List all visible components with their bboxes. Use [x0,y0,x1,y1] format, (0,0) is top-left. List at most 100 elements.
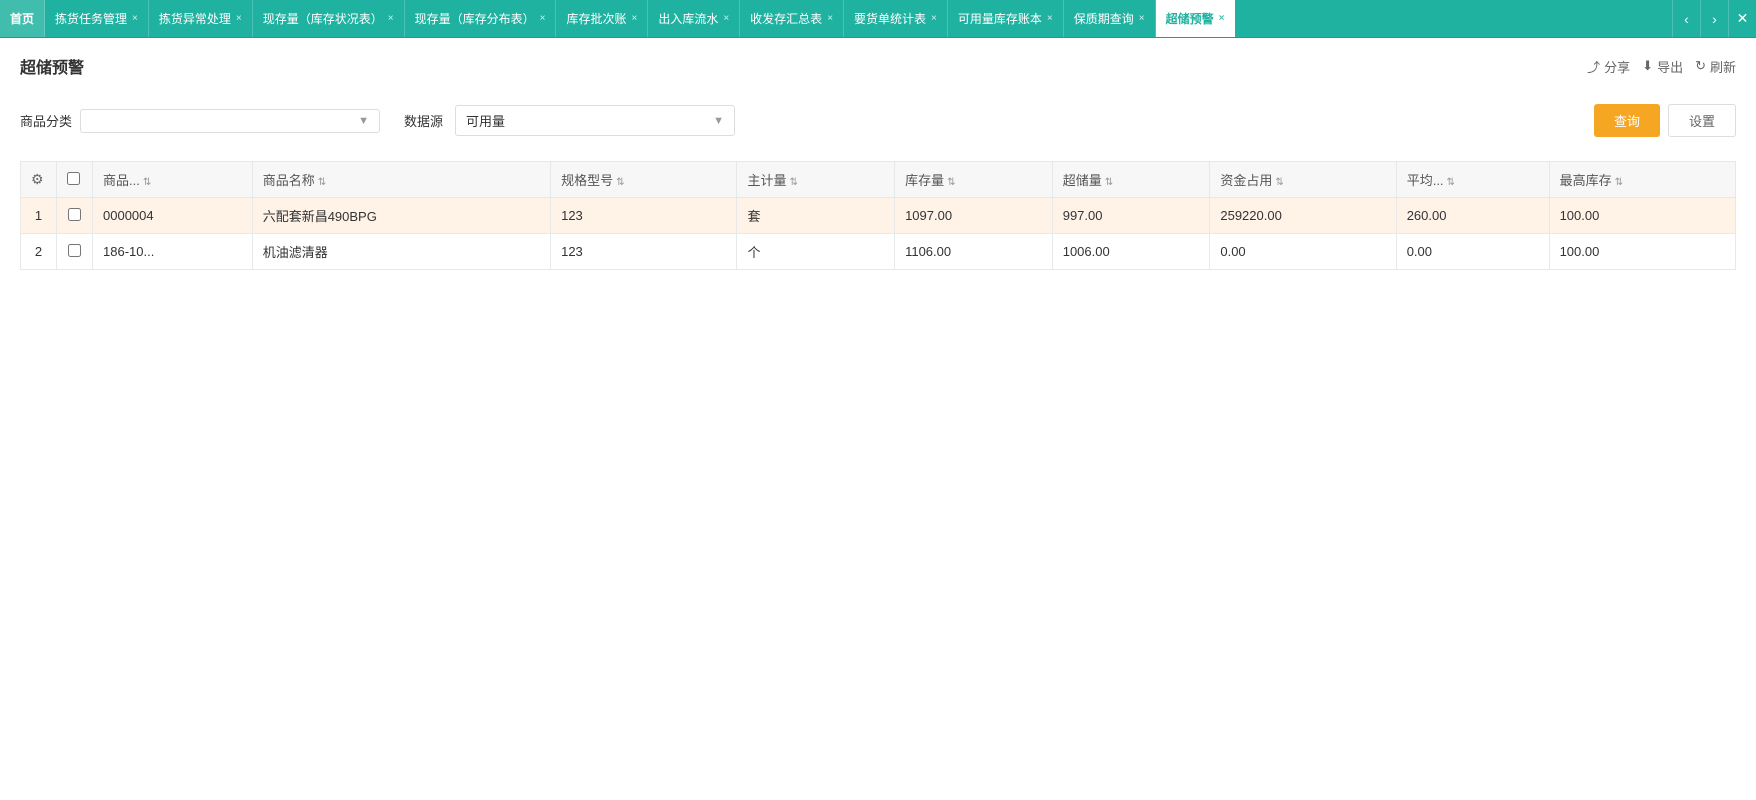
table-row: 2186-10...机油滤清器123个1106.001006.000.000.0… [21,234,1736,270]
filter-bar: 商品分类 ▼ 数据源 可用量 ▼ 查询 设置 [20,94,1736,147]
table-row: 10000004六配套新昌490BPG123套1097.00997.002592… [21,198,1736,234]
nav-task[interactable]: 拣货任务管理 × [45,0,149,37]
col-name-label: 商品名称⇅ [263,173,326,188]
nav-stock-dist-close[interactable]: × [540,13,546,24]
nav-arrow-close[interactable]: ✕ [1728,0,1756,37]
datasource-value: 可用量 [466,111,505,130]
nav-task-label: 拣货任务管理 [55,10,127,27]
nav-inout[interactable]: 出入库流水 × [648,0,740,37]
category-filter-group: 商品分类 ▼ [20,109,380,133]
top-navigation: 首页 拣货任务管理×拣货异常处理×现存量（库存状况表）×现存量（库存分布表）×库… [0,0,1756,38]
col-code-header[interactable]: 商品...⇅ [93,162,253,198]
nav-inout-close[interactable]: × [723,13,729,24]
nav-expiry-label: 保质期查询 [1074,10,1134,27]
nav-overstock-close[interactable]: × [1219,13,1225,24]
row-name: 六配套新昌490BPG [252,198,550,234]
nav-stock-dist[interactable]: 现存量（库存分布表）× [405,0,557,37]
row-unit: 个 [737,234,895,270]
row-stock: 1106.00 [895,234,1053,270]
col-maxstock-label: 最高库存⇅ [1560,173,1623,188]
export-button[interactable]: ⬇ 导出 [1642,57,1683,76]
nav-home[interactable]: 首页 [0,0,45,37]
row-maxstock: 100.00 [1549,198,1735,234]
nav-arrow-left[interactable]: ‹ [1672,0,1700,37]
row-name: 机油滤清器 [252,234,550,270]
datasource-select[interactable]: 可用量 ▼ [455,105,735,136]
nav-inout-label: 出入库流水 [658,10,718,27]
row-avg: 260.00 [1396,198,1549,234]
col-capital-header[interactable]: 资金占用⇅ [1210,162,1396,198]
row-checkbox[interactable] [57,234,93,270]
query-button[interactable]: 查询 [1594,104,1660,137]
col-avg-header[interactable]: 平均...⇅ [1396,162,1549,198]
nav-stock-status[interactable]: 现存量（库存状况表） × [253,0,405,37]
nav-available-close[interactable]: × [1047,13,1053,24]
nav-batch[interactable]: 库存批次账× [556,0,648,37]
nav-stock-status-close[interactable]: × [388,13,394,24]
row-unit: 套 [737,198,895,234]
page-content: 超储预警 ⤴ 分享 ⬇ 导出 ↻ 刷新 商品分类 ▼ 数据源 [0,38,1756,286]
col-settings-header: ⚙ [21,162,57,198]
nav-arrows: ‹ › ✕ [1672,0,1756,37]
table-body: 10000004六配套新昌490BPG123套1097.00997.002592… [21,198,1736,270]
col-avg-label: 平均...⇅ [1407,173,1455,188]
data-table: ⚙ 商品...⇅ 商品名称⇅ 规格型号⇅ 主计量⇅ 库存量⇅ [20,161,1736,270]
row-over: 1006.00 [1052,234,1210,270]
col-stock-label: 库存量⇅ [905,173,955,188]
col-unit-label: 主计量⇅ [747,173,797,188]
nav-task-close[interactable]: × [132,13,138,24]
row-checkbox-0[interactable] [68,208,81,221]
row-avg: 0.00 [1396,234,1549,270]
settings-icon[interactable]: ⚙ [31,171,44,187]
row-checkbox-1[interactable] [68,244,81,257]
col-spec-header[interactable]: 规格型号⇅ [551,162,737,198]
nav-abnormal[interactable]: 拣货异常处理× [149,0,253,37]
category-arrow-icon: ▼ [358,115,369,127]
category-label: 商品分类 [20,111,72,130]
col-spec-label: 规格型号⇅ [561,173,624,188]
category-select[interactable]: ▼ [80,109,380,133]
nav-collect-close[interactable]: × [827,13,833,24]
row-num: 1 [21,198,57,234]
refresh-button[interactable]: ↻ 刷新 [1695,57,1736,76]
row-maxstock: 100.00 [1549,234,1735,270]
row-spec: 123 [551,234,737,270]
nav-collect[interactable]: 收发存汇总表× [740,0,844,37]
nav-stock-status-label: 现存量（库存状况表） [263,10,383,27]
nav-home-label: 首页 [10,10,34,27]
nav-available-label: 可用量库存账本 [958,10,1042,27]
row-checkbox[interactable] [57,198,93,234]
export-icon: ⬇ [1642,58,1653,74]
nav-abnormal-close[interactable]: × [236,13,242,24]
select-all-checkbox[interactable] [67,172,80,185]
nav-order[interactable]: 要货单统计表× [844,0,948,37]
share-icon: ⤴ [1587,57,1600,76]
row-code: 186-10... [93,234,253,270]
row-capital: 0.00 [1210,234,1396,270]
page-actions: ⤴ 分享 ⬇ 导出 ↻ 刷新 [1587,57,1736,76]
row-spec: 123 [551,198,737,234]
page-title-bar: 超储预警 ⤴ 分享 ⬇ 导出 ↻ 刷新 [20,54,1736,78]
row-num: 2 [21,234,57,270]
nav-available[interactable]: 可用量库存账本 × [948,0,1064,37]
nav-expiry-close[interactable]: × [1139,13,1145,24]
settings-button[interactable]: 设置 [1668,104,1736,137]
refresh-icon: ↻ [1695,58,1706,74]
col-over-header[interactable]: 超储量⇅ [1052,162,1210,198]
col-name-header[interactable]: 商品名称⇅ [252,162,550,198]
col-code-label: 商品...⇅ [103,173,151,188]
share-button[interactable]: ⤴ 分享 [1587,57,1630,76]
nav-expiry[interactable]: 保质期查询 × [1064,0,1156,37]
col-unit-header[interactable]: 主计量⇅ [737,162,895,198]
col-maxstock-header[interactable]: 最高库存⇅ [1549,162,1735,198]
nav-order-close[interactable]: × [931,13,937,24]
col-stock-header[interactable]: 库存量⇅ [895,162,1053,198]
col-over-label: 超储量⇅ [1063,173,1113,188]
nav-arrow-right[interactable]: › [1700,0,1728,37]
nav-overstock[interactable]: 超储预警× [1156,0,1236,37]
col-check-header [57,162,93,198]
table-header: ⚙ 商品...⇅ 商品名称⇅ 规格型号⇅ 主计量⇅ 库存量⇅ [21,162,1736,198]
nav-batch-close[interactable]: × [631,13,637,24]
share-label: 分享 [1604,57,1630,76]
row-over: 997.00 [1052,198,1210,234]
